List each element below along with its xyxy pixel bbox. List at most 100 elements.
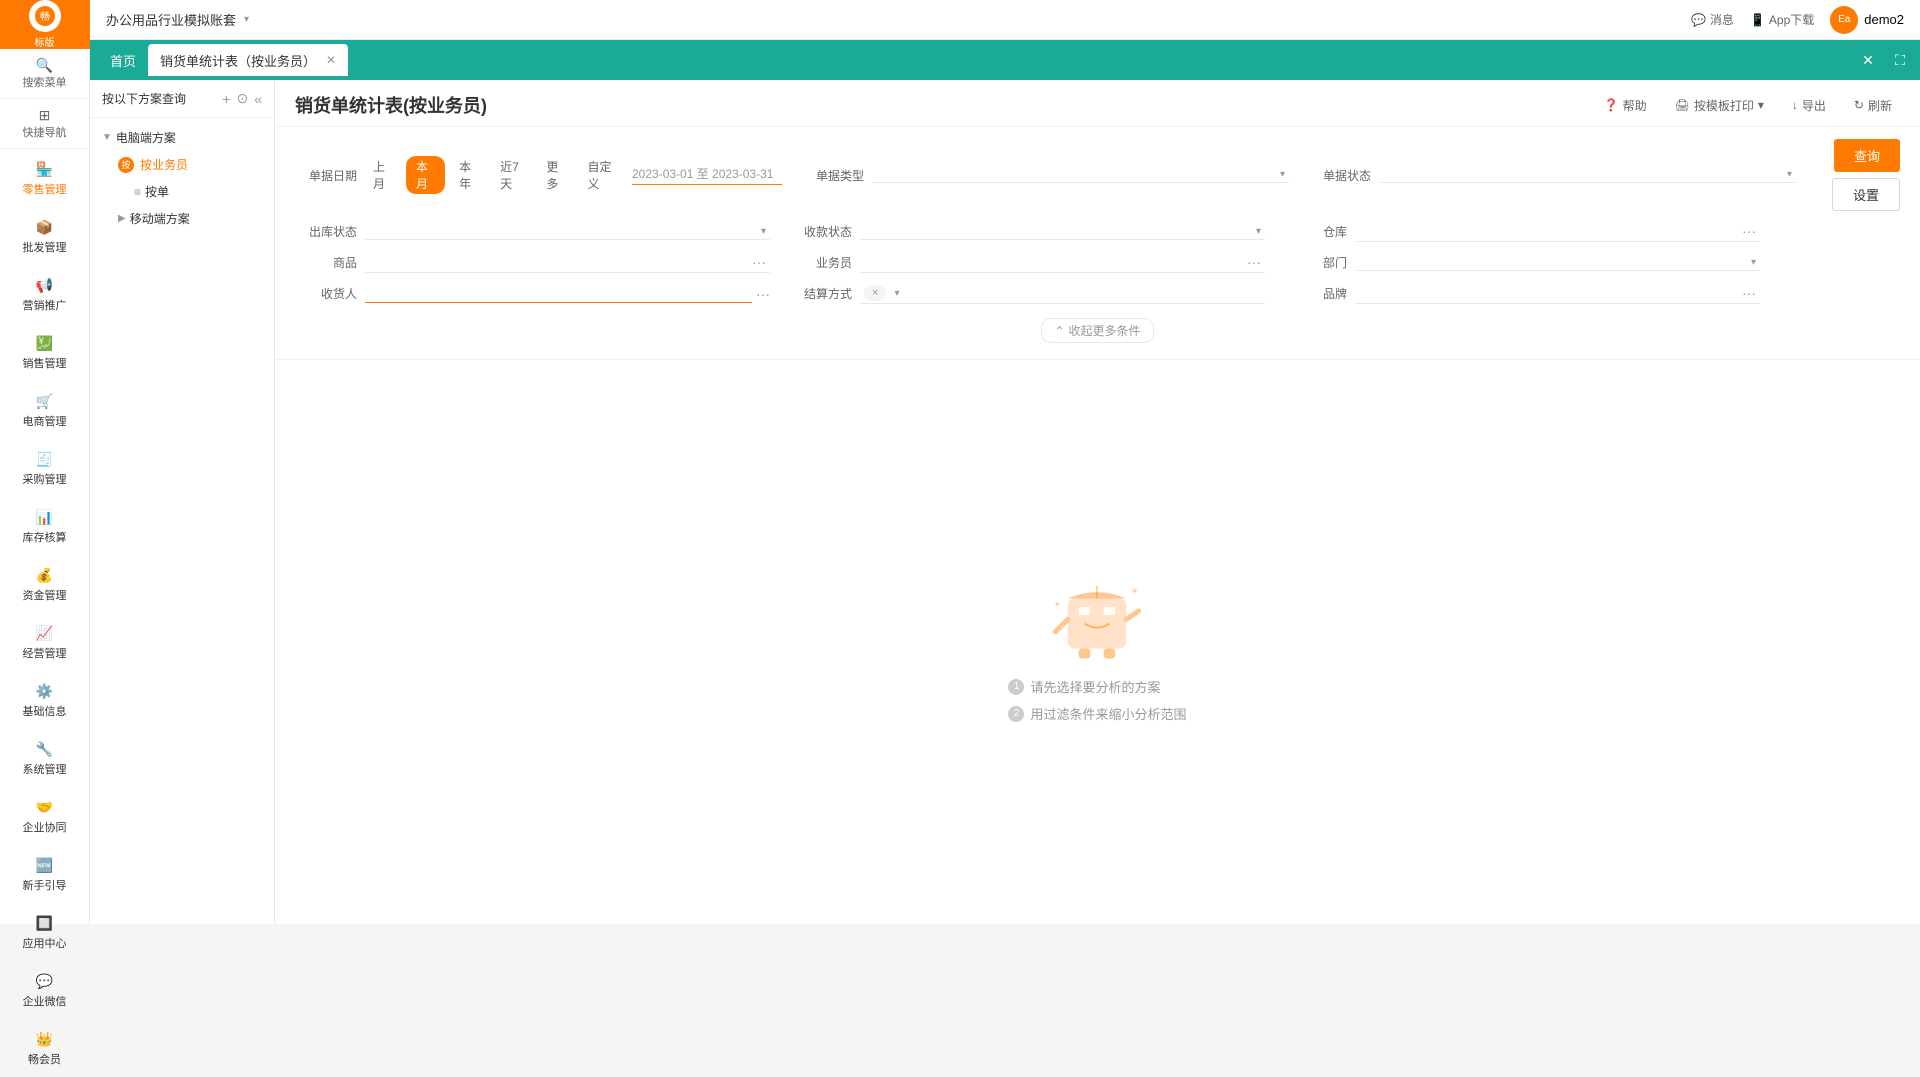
salesman-dots[interactable]: ···	[1247, 254, 1261, 270]
product-label: 商品	[295, 254, 365, 271]
sidebar-item-sales[interactable]: 💹 销售管理	[0, 323, 89, 381]
scheme-add-icon[interactable]: +	[222, 91, 230, 107]
query-button[interactable]: 查询	[1834, 139, 1900, 172]
tip-num-2: 2	[1008, 706, 1024, 722]
sidebar-logo-text: 标版	[35, 34, 55, 49]
date-tab-custom[interactable]: 自定义	[579, 156, 624, 194]
wholesale-icon: 📦	[35, 217, 55, 237]
date-tab-7days[interactable]: 近7天	[492, 156, 532, 194]
out-status-label: 出库状态	[295, 223, 365, 240]
app-download-btn[interactable]: 📱 App下载	[1750, 11, 1814, 28]
help-btn[interactable]: ❓ 帮助	[1596, 93, 1655, 118]
sidebar-label-member: 畅会员	[28, 1051, 61, 1067]
sidebar-search[interactable]: 🔍 搜索菜单	[0, 49, 89, 99]
tab-sales-stat[interactable]: 销货单统计表（按业务员） ✕	[148, 44, 348, 76]
out-status-select[interactable]: ▾	[365, 224, 770, 240]
department-control: ▾	[1355, 255, 1760, 271]
scheme-group-desktop[interactable]: ▼ 电脑端方案	[90, 124, 274, 151]
order-type-label: 单据类型	[802, 167, 872, 184]
left-panel-header: 按以下方案查询 + ⊙ «	[90, 80, 274, 118]
header-dropdown-icon[interactable]: ▾	[244, 14, 249, 25]
collapse-icon: ⌃	[1054, 324, 1064, 338]
tab-close-btn[interactable]: ✕	[326, 53, 336, 67]
empty-state: ✦ ✦ 1 请先选择要分析的方案 2 用过滤条件来缩小分析范围	[1008, 561, 1186, 723]
tab-bar-right: ✕ ⛶	[1856, 48, 1912, 72]
consignee-dots[interactable]: ···	[756, 286, 770, 302]
product-dots[interactable]: ···	[752, 254, 766, 270]
tab-expand-btn[interactable]: ⛶	[1888, 48, 1912, 72]
scheme-collapse-icon[interactable]: «	[254, 91, 262, 107]
tab-close-all-btn[interactable]: ✕	[1856, 48, 1880, 72]
settlement-clear-tag[interactable]: ×	[864, 285, 886, 301]
sidebar-item-operation[interactable]: 📈 经营管理	[0, 613, 89, 671]
settlement-clear-x[interactable]: ×	[872, 287, 878, 299]
scheme-group-mobile[interactable]: ▶ 移动端方案	[90, 205, 274, 232]
date-tab-more[interactable]: 更多	[538, 156, 573, 194]
print-btn[interactable]: 🖨 按模板打印 ▾	[1667, 93, 1772, 118]
sidebar: 畅 标版 🔍 搜索菜单 ⊞ 快捷导航 🏪 零售管理 📦 批发管理 📢 营销推广 …	[0, 0, 90, 924]
sidebar-item-finance[interactable]: 💰 资金管理	[0, 555, 89, 613]
department-label: 部门	[1285, 254, 1355, 271]
message-label: 消息	[1710, 11, 1734, 28]
sidebar-item-ecommerce[interactable]: 🛒 电商管理	[0, 381, 89, 439]
date-tab-last-month[interactable]: 上月	[365, 156, 400, 194]
export-btn[interactable]: ↓ 导出	[1784, 93, 1834, 118]
scheme-section: ▼ 电脑端方案 按 按业务员 ≡ 按单 ▶ 移动端方案	[90, 118, 274, 238]
scheme-settings-icon[interactable]: ⊙	[236, 90, 248, 107]
warehouse-dots[interactable]: ···	[1742, 223, 1756, 239]
sidebar-quick-nav[interactable]: ⊞ 快捷导航	[0, 99, 89, 149]
download-icon: 📱	[1750, 13, 1765, 27]
newbie-icon: 🆕	[35, 855, 55, 875]
brand-dots[interactable]: ···	[1742, 285, 1756, 301]
quick-nav-label: 快捷导航	[0, 124, 89, 140]
user-avatar: Ea	[1830, 6, 1858, 34]
sidebar-item-wechat[interactable]: 💬 企业微信	[0, 961, 89, 1019]
print-label: 按模板打印	[1694, 97, 1754, 114]
by-salesman-label: 按业务员	[140, 156, 188, 173]
refresh-btn[interactable]: ↻ 刷新	[1846, 93, 1900, 118]
marketing-icon: 📢	[35, 275, 55, 295]
order-status-label: 单据状态	[1309, 167, 1379, 184]
warehouse-label: 仓库	[1285, 223, 1355, 240]
sidebar-label-operation: 经营管理	[23, 645, 67, 661]
user-menu[interactable]: Ea demo2	[1830, 6, 1904, 34]
collab-icon: 🤝	[35, 797, 55, 817]
settings-button[interactable]: 设置	[1832, 178, 1900, 211]
tab-home[interactable]: 首页	[98, 44, 148, 76]
consignee-label: 收货人	[295, 285, 365, 302]
sidebar-item-basic[interactable]: ⚙️ 基础信息	[0, 671, 89, 729]
sidebar-item-collab[interactable]: 🤝 企业协同	[0, 787, 89, 845]
sidebar-item-purchase[interactable]: 🧾 采购管理	[0, 439, 89, 497]
sidebar-item-apps[interactable]: 🔲 应用中心	[0, 903, 89, 961]
message-btn[interactable]: 💬 消息	[1691, 11, 1734, 28]
recv-status-select[interactable]: ▾	[860, 224, 1265, 240]
date-range-display[interactable]: 2023-03-01 至 2023-03-31	[632, 165, 782, 185]
refresh-icon: ↻	[1854, 98, 1864, 112]
order-type-select[interactable]: ▾	[872, 167, 1289, 183]
mobile-group-label: 移动端方案	[130, 210, 190, 227]
sidebar-label-wechat: 企业微信	[23, 993, 67, 1009]
sidebar-item-stock[interactable]: 📊 库存核算	[0, 497, 89, 555]
collapse-button[interactable]: ⌃ 收起更多条件	[1041, 318, 1153, 343]
scheme-subitem-by-order[interactable]: ≡ 按单	[90, 178, 274, 205]
scheme-item-by-salesman[interactable]: 按 按业务员	[90, 151, 274, 178]
sidebar-item-wholesale[interactable]: 📦 批发管理	[0, 207, 89, 265]
apps-icon: 🔲	[35, 913, 55, 933]
sidebar-item-newbie[interactable]: 🆕 新手引导	[0, 845, 89, 903]
date-tab-this-month[interactable]: 本月	[406, 156, 445, 194]
consignee-input[interactable]	[365, 284, 752, 303]
scheme-header-text: 按以下方案查询	[102, 90, 186, 107]
department-select[interactable]: ▾	[1355, 255, 1760, 271]
order-status-select[interactable]: ▾	[1379, 167, 1796, 183]
sidebar-item-member[interactable]: 👑 畅会员	[0, 1019, 89, 1077]
sidebar-item-system[interactable]: 🔧 系统管理	[0, 729, 89, 787]
sidebar-item-marketing[interactable]: 📢 营销推广	[0, 265, 89, 323]
system-icon: 🔧	[35, 739, 55, 759]
scheme-header-icons: + ⊙ «	[222, 90, 262, 107]
sidebar-item-retail[interactable]: 🏪 零售管理	[0, 149, 89, 207]
order-status-control: ▾	[1379, 167, 1796, 183]
recv-status-label: 收款状态	[790, 223, 860, 240]
by-order-icon: ≡	[134, 185, 141, 199]
message-icon: 💬	[1691, 13, 1706, 27]
date-tab-this-year[interactable]: 本年	[451, 156, 486, 194]
